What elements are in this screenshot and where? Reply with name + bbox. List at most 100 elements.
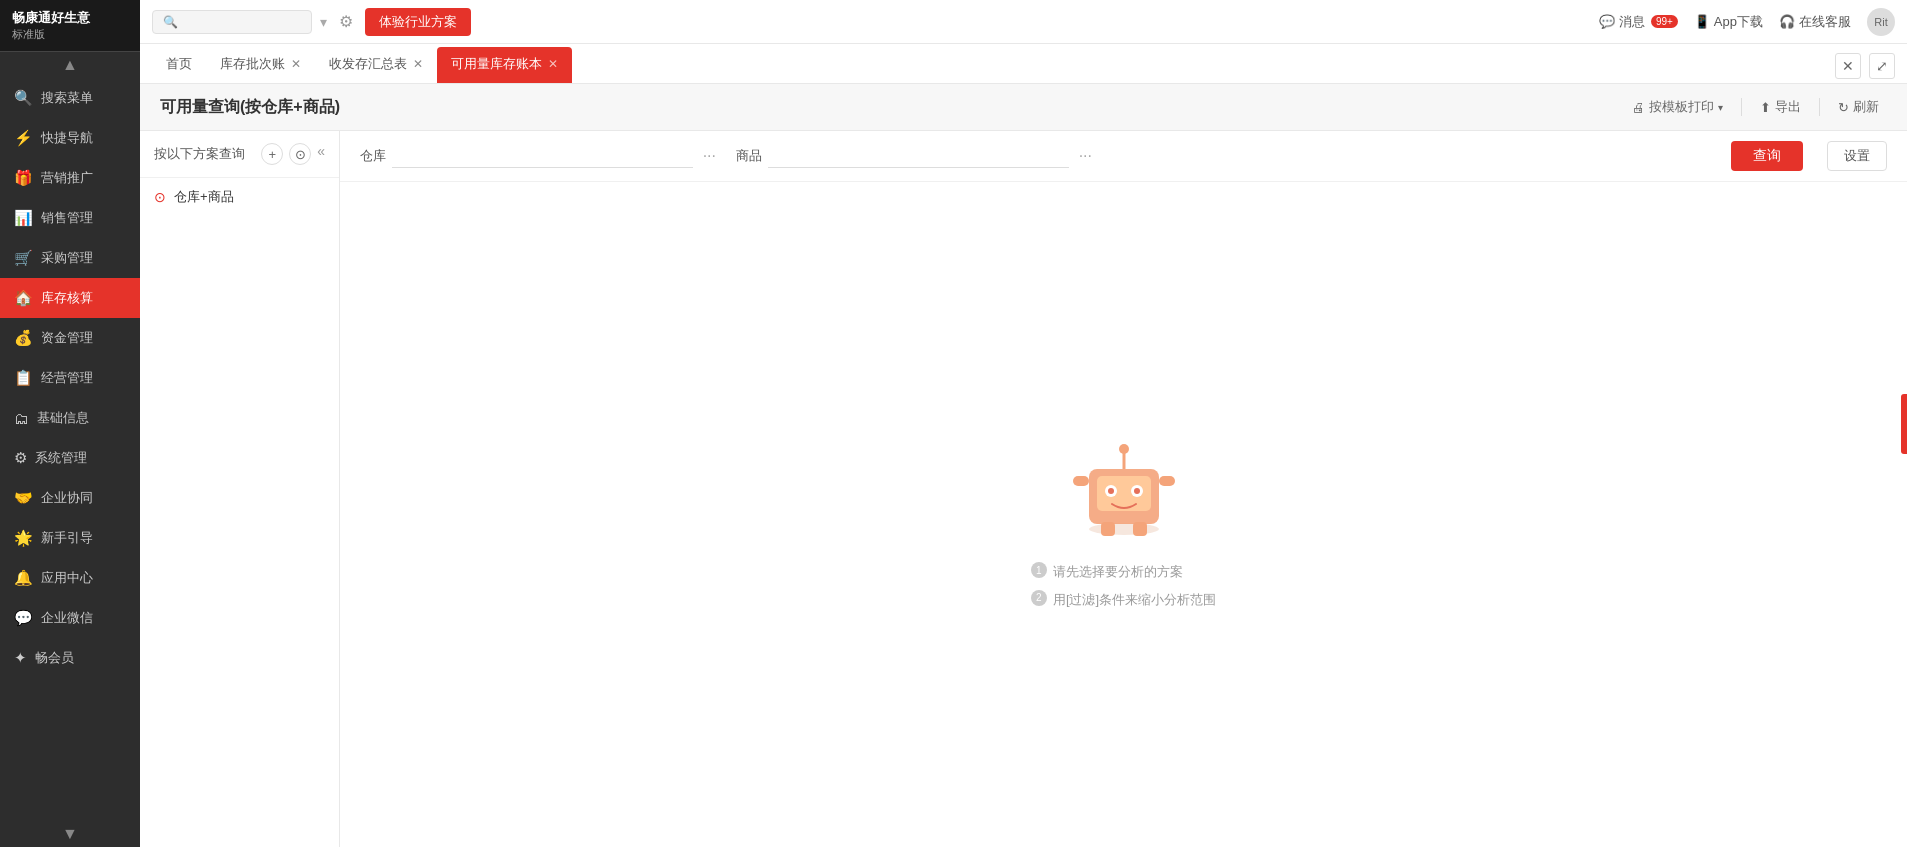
enterprise-icon: 🤝 <box>14 489 33 507</box>
sidebar-scroll-up[interactable]: ▲ <box>0 52 140 78</box>
sidebar-item-label: 企业协同 <box>41 489 93 507</box>
sidebar-item-inventory[interactable]: 🏠 库存核算 <box>0 278 140 318</box>
app-download-btn[interactable]: 📱 App下载 <box>1694 13 1763 31</box>
svg-point-6 <box>1134 488 1140 494</box>
sidebar-item-label: 企业微信 <box>41 609 93 627</box>
sidebar-item-label: 畅会员 <box>35 649 74 667</box>
message-btn[interactable]: 💬 消息 99+ <box>1599 13 1678 31</box>
filter-settings-button[interactable]: 设置 <box>1827 141 1887 171</box>
product-input[interactable] <box>768 144 1069 168</box>
operation-icon: 📋 <box>14 369 33 387</box>
sidebar-item-label: 基础信息 <box>37 409 89 427</box>
empty-hint-2: 2 用[过滤]条件来缩小分析范围 <box>1031 588 1216 611</box>
app-download-label: App下载 <box>1714 13 1763 31</box>
tab-available-label: 可用量库存账本 <box>451 55 542 73</box>
sidebar-item-newuser[interactable]: 🌟 新手引导 <box>0 518 140 558</box>
scheme-warehouse-product[interactable]: ⊙ 仓库+商品 <box>140 178 339 216</box>
warehouse-input[interactable] <box>392 144 693 168</box>
sidebar-item-label: 营销推广 <box>41 169 93 187</box>
shortcut-icon: ⚡ <box>14 129 33 147</box>
content-area: 按以下方案查询 + ⊙ « ⊙ 仓库+商品 仓库 ··· <box>140 131 1907 847</box>
chart-icon: 📊 <box>14 209 33 227</box>
tab-batch-close[interactable]: ✕ <box>291 57 301 71</box>
gear-icon[interactable]: ⚙ <box>339 12 353 31</box>
message-label: 消息 <box>1619 13 1645 31</box>
svg-rect-11 <box>1101 522 1115 536</box>
product-dots[interactable]: ··· <box>1075 147 1096 165</box>
topbar: 🔍 ▾ ⚙ 体验行业方案 💬 消息 99+ 📱 App下载 🎧 在线客服 Rit <box>140 0 1907 44</box>
sidebar-item-system[interactable]: ⚙ 系统管理 <box>0 438 140 478</box>
warehouse-filter: 仓库 ··· <box>360 144 720 168</box>
sidebar-item-label: 采购管理 <box>41 249 93 267</box>
tab-expand-btn[interactable]: ⤢ <box>1869 53 1895 79</box>
divider2 <box>1819 98 1820 116</box>
svg-point-0 <box>1089 523 1159 535</box>
topbar-right: 💬 消息 99+ 📱 App下载 🎧 在线客服 Rit <box>1599 8 1895 36</box>
sidebar-item-search[interactable]: 🔍 搜索菜单 <box>0 78 140 118</box>
warehouse-label: 仓库 <box>360 147 386 165</box>
tab-available[interactable]: 可用量库存账本 ✕ <box>437 47 572 83</box>
tab-home[interactable]: 首页 <box>152 47 206 83</box>
topbar-search-box[interactable]: 🔍 <box>152 10 312 34</box>
warehouse-scheme-icon: ⊙ <box>154 189 166 205</box>
apps-icon: 🔔 <box>14 569 33 587</box>
left-panel-actions: + ⊙ « <box>261 143 325 165</box>
app-download-icon: 📱 <box>1694 14 1710 29</box>
print-btn[interactable]: 🖨 按模板打印 ▾ <box>1624 94 1731 120</box>
left-panel: 按以下方案查询 + ⊙ « ⊙ 仓库+商品 <box>140 131 340 847</box>
divider <box>1741 98 1742 116</box>
search-input[interactable] <box>182 15 282 29</box>
sidebar-item-apps[interactable]: 🔔 应用中心 <box>0 558 140 598</box>
inventory-icon: 🏠 <box>14 289 33 307</box>
collapse-panel-btn[interactable]: « <box>317 143 325 165</box>
product-label: 商品 <box>736 147 762 165</box>
scheme-settings-btn[interactable]: ⊙ <box>289 143 311 165</box>
svg-rect-9 <box>1073 476 1089 486</box>
sidebar-item-label: 资金管理 <box>41 329 93 347</box>
user-avatar[interactable]: Rit <box>1867 8 1895 36</box>
sidebar-item-label: 搜索菜单 <box>41 89 93 107</box>
sidebar-item-shortcut[interactable]: ⚡ 快捷导航 <box>0 118 140 158</box>
tab-batch-label: 库存批次账 <box>220 55 285 73</box>
sidebar-item-base[interactable]: 🗂 基础信息 <box>0 398 140 438</box>
sidebar-item-operation[interactable]: 📋 经营管理 <box>0 358 140 398</box>
tab-close-all-btn[interactable]: ✕ <box>1835 53 1861 79</box>
tab-batch[interactable]: 库存批次账 ✕ <box>206 47 315 83</box>
add-scheme-btn[interactable]: + <box>261 143 283 165</box>
trial-button[interactable]: 体验行业方案 <box>365 8 471 36</box>
export-btn[interactable]: ⬆ 导出 <box>1752 94 1809 120</box>
member-icon: ✦ <box>14 649 27 667</box>
left-panel-header: 按以下方案查询 + ⊙ « <box>140 131 339 178</box>
tab-summary-label: 收发存汇总表 <box>329 55 407 73</box>
online-service-btn[interactable]: 🎧 在线客服 <box>1779 13 1851 31</box>
page-title-bar: 可用量查询(按仓库+商品) 🖨 按模板打印 ▾ ⬆ 导出 ↻ 刷新 <box>140 84 1907 131</box>
dropdown-arrow[interactable]: ▾ <box>320 14 327 30</box>
tabs-right-controls: ✕ ⤢ <box>1835 53 1895 83</box>
product-filter: 商品 ··· <box>736 144 1096 168</box>
sidebar-item-sales[interactable]: 📊 销售管理 <box>0 198 140 238</box>
warehouse-dots[interactable]: ··· <box>699 147 720 165</box>
query-button[interactable]: 查询 <box>1731 141 1803 171</box>
right-panel: 仓库 ··· 商品 ··· 查询 设置 <box>340 131 1907 847</box>
tab-summary[interactable]: 收发存汇总表 ✕ <box>315 47 437 83</box>
sidebar-item-finance[interactable]: 💰 资金管理 <box>0 318 140 358</box>
sidebar-item-label: 经营管理 <box>41 369 93 387</box>
hint2-text: 用[过滤]条件来缩小分析范围 <box>1053 588 1216 611</box>
tab-summary-close[interactable]: ✕ <box>413 57 423 71</box>
sidebar-item-member[interactable]: ✦ 畅会员 <box>0 638 140 678</box>
sidebar-item-marketing[interactable]: 🎁 营销推广 <box>0 158 140 198</box>
sidebar-item-wechat[interactable]: 💬 企业微信 <box>0 598 140 638</box>
service-label: 在线客服 <box>1799 13 1851 31</box>
sidebar-scroll-down[interactable]: ▼ <box>0 821 140 847</box>
tab-available-close[interactable]: ✕ <box>548 57 558 71</box>
svg-point-8 <box>1119 444 1129 454</box>
refresh-btn[interactable]: ↻ 刷新 <box>1830 94 1887 120</box>
cart-icon: 🛒 <box>14 249 33 267</box>
filter-row: 仓库 ··· 商品 ··· 查询 设置 <box>340 131 1907 182</box>
sidebar-item-label: 新手引导 <box>41 529 93 547</box>
sidebar-item-purchase[interactable]: 🛒 采购管理 <box>0 238 140 278</box>
refresh-icon: ↻ <box>1838 100 1849 115</box>
tab-home-label: 首页 <box>166 55 192 73</box>
sidebar-item-enterprise[interactable]: 🤝 企业协同 <box>0 478 140 518</box>
print-chevron-icon: ▾ <box>1718 102 1723 113</box>
